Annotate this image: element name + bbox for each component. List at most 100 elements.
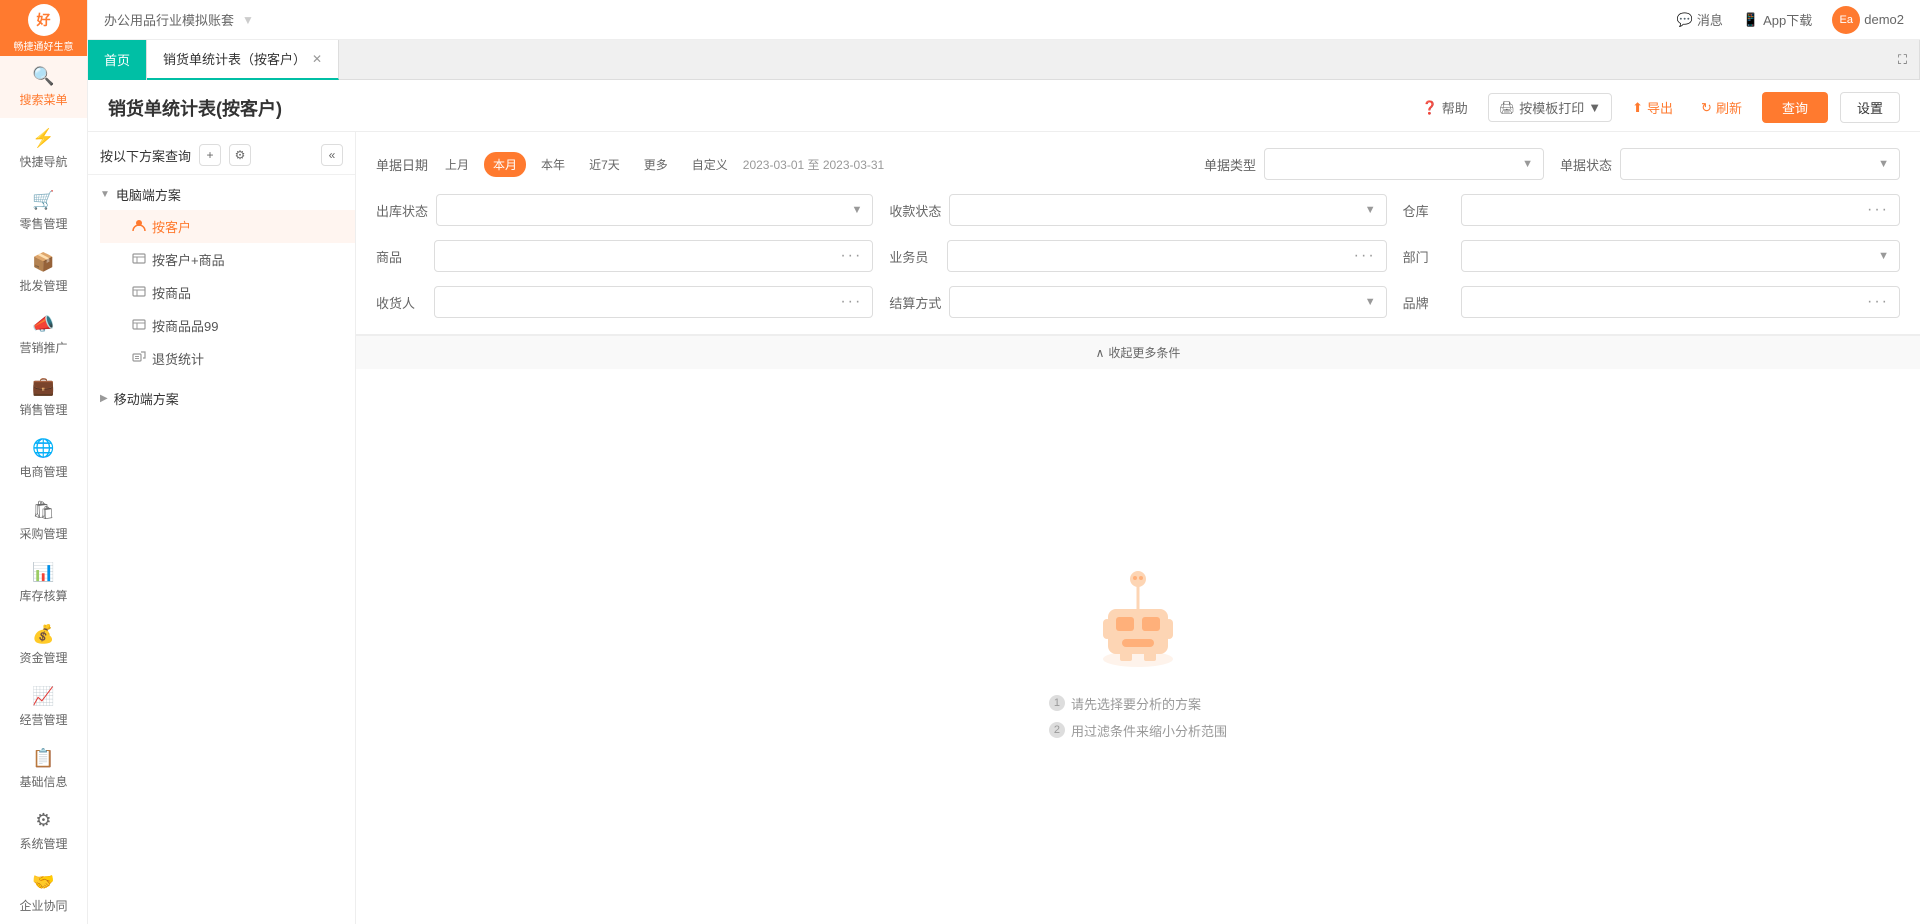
status-input[interactable]: ▼ [1620, 148, 1900, 180]
desktop-scheme-list: 按客户 按客户+商品 按商品 [88, 210, 355, 375]
help-icon: ❓ [1422, 100, 1438, 116]
scheme-item-label: 按商品 [152, 283, 191, 302]
collapse-panel-button[interactable]: « [321, 144, 343, 166]
warehouse-dots-icon: ··· [1867, 201, 1889, 219]
tab-close-button[interactable]: ✕ [312, 52, 322, 66]
type-arrow-icon: ▼ [1522, 158, 1533, 170]
scheme-group-desktop: ▼ 电脑端方案 按客户 [88, 175, 355, 379]
sidebar-item-basic[interactable]: 📋 基础信息 [0, 738, 88, 800]
print-icon: 🖨 [1499, 100, 1516, 116]
breadcrumb-arrow: ▼ [242, 13, 254, 27]
date-btn-7days[interactable]: 近7天 [580, 152, 629, 177]
retail-icon: 🛒 [32, 190, 54, 211]
collapse-filter-bar[interactable]: ∧ 收起更多条件 [356, 335, 1920, 369]
scheme-item-by-product-99[interactable]: 按商品品99 [100, 309, 355, 342]
filter-item-consignee: 收货人 ··· [376, 286, 873, 318]
collect-status-input[interactable]: ▼ [949, 194, 1386, 226]
breadcrumb: 办公用品行业模拟账套 ▼ [104, 10, 254, 29]
basic-icon: 📋 [32, 748, 54, 769]
help-button[interactable]: ❓ 帮助 [1414, 94, 1476, 121]
message-button[interactable]: 💬 消息 [1677, 10, 1723, 29]
scheme-item-return-stat[interactable]: 退货统计 [100, 342, 355, 375]
query-button[interactable]: 查询 [1762, 92, 1828, 123]
scheme-item-by-product[interactable]: 按商品 [100, 276, 355, 309]
product-dots-icon: ··· [840, 247, 862, 265]
payment-arrow-icon: ▼ [1365, 296, 1376, 308]
scheme-item-by-customer[interactable]: 按客户 [100, 210, 355, 243]
right-panel: 单据日期 上月 本月 本年 近7天 更多 自定义 2023-03-01 至 20… [356, 132, 1920, 924]
payment-label: 结算方式 [889, 293, 941, 312]
tip-num-1: 1 [1049, 695, 1065, 711]
mobile-group-arrow-icon: ▶ [100, 393, 108, 404]
date-btn-custom[interactable]: 自定义 [683, 152, 737, 177]
sidebar-item-finance[interactable]: 💰 资金管理 [0, 614, 88, 676]
export-button[interactable]: ⬆ 导出 [1624, 94, 1681, 121]
sidebar-item-sales[interactable]: 💼 销售管理 [0, 366, 88, 428]
brand-label: 品牌 [1403, 293, 1453, 312]
date-btn-this-month[interactable]: 本月 [484, 152, 526, 177]
add-scheme-button[interactable]: + [199, 144, 221, 166]
sidebar-item-ecommerce[interactable]: 🌐 电商管理 [0, 428, 88, 490]
enterprise-icon: 🤝 [32, 872, 54, 893]
tab-bar: 首页 销货单统计表（按客户） ✕ ⛶ [88, 40, 1920, 80]
page-content: 销货单统计表(按客户) ❓ 帮助 🖨 按模板打印 ▼ ⬆ 导出 ↻ 刷新 [88, 80, 1920, 924]
out-status-input[interactable]: ▼ [436, 194, 873, 226]
payment-input[interactable]: ▼ [949, 286, 1386, 318]
sales-stat-tab-label: 销货单统计表（按客户） [163, 49, 306, 68]
panel-header: 按以下方案查询 + ⚙ « [88, 132, 355, 175]
logo-text: 畅捷通好生意 [14, 38, 74, 53]
sidebar-item-purchase[interactable]: 🛍 采购管理 [0, 490, 88, 552]
salesperson-label: 业务员 [889, 247, 939, 266]
date-btn-more[interactable]: 更多 [635, 152, 677, 177]
consignee-input[interactable]: ··· [434, 286, 873, 318]
sidebar-item-inventory[interactable]: 📊 库存核算 [0, 552, 88, 614]
filter-item-dept: 部门 ▼ [1403, 240, 1900, 272]
product-input[interactable]: ··· [434, 240, 873, 272]
filter-item-salesperson: 业务员 ··· [889, 240, 1386, 272]
print-template-button[interactable]: 🖨 按模板打印 ▼ [1488, 93, 1612, 122]
sidebar-item-enterprise[interactable]: 🤝 企业协同 [0, 862, 88, 924]
date-label: 单据日期 [376, 155, 428, 174]
tab-sales-stat[interactable]: 销货单统计表（按客户） ✕ [147, 40, 339, 80]
salesperson-dots-icon: ··· [1354, 247, 1376, 265]
marketing-icon: 📣 [32, 314, 54, 335]
return-stat-icon [132, 350, 146, 367]
refresh-button[interactable]: ↻ 刷新 [1693, 94, 1750, 121]
sidebar-item-search[interactable]: 🔍 搜索菜单 [0, 56, 88, 118]
sidebar-item-marketing[interactable]: 📣 营销推广 [0, 304, 88, 366]
edit-scheme-button[interactable]: ⚙ [229, 144, 251, 166]
sidebar-item-system[interactable]: ⚙ 系统管理 [0, 800, 88, 862]
brand-input[interactable]: ··· [1461, 286, 1900, 318]
settings-button[interactable]: 设置 [1840, 92, 1900, 123]
tab-home[interactable]: 首页 [88, 40, 147, 80]
consignee-label: 收货人 [376, 293, 426, 312]
mobile-group-header[interactable]: ▶ 移动端方案 [88, 383, 355, 414]
breadcrumb-title: 办公用品行业模拟账套 [104, 10, 234, 29]
scheme-item-by-customer-product[interactable]: 按客户+商品 [100, 243, 355, 276]
group-arrow-icon: ▼ [100, 189, 110, 200]
app-download-button[interactable]: 📱 App下载 [1743, 10, 1812, 29]
warehouse-input[interactable]: ··· [1461, 194, 1900, 226]
message-icon: 💬 [1677, 12, 1693, 28]
print-arrow-icon: ▼ [1588, 100, 1601, 115]
sidebar-item-quick-nav[interactable]: ⚡ 快捷导航 [0, 118, 88, 180]
filter-row-1: 单据日期 上月 本月 本年 近7天 更多 自定义 2023-03-01 至 20… [376, 148, 1900, 180]
page-actions: ❓ 帮助 🖨 按模板打印 ▼ ⬆ 导出 ↻ 刷新 查询 设置 [1414, 92, 1900, 123]
filter-item-brand: 品牌 ··· [1403, 286, 1900, 318]
sidebar-item-operations[interactable]: 📈 经营管理 [0, 676, 88, 738]
purchase-icon: 🛍 [32, 500, 55, 521]
dept-input[interactable]: ▼ [1461, 240, 1900, 272]
date-btn-last-month[interactable]: 上月 [436, 152, 478, 177]
salesperson-input[interactable]: ··· [947, 240, 1386, 272]
sidebar-item-retail[interactable]: 🛒 零售管理 [0, 180, 88, 242]
tab-expand-button[interactable]: ⛶ [1886, 40, 1920, 80]
desktop-group-header[interactable]: ▼ 电脑端方案 [88, 179, 355, 210]
sidebar-item-wholesale[interactable]: 📦 批发管理 [0, 242, 88, 304]
date-btn-this-year[interactable]: 本年 [532, 152, 574, 177]
user-profile[interactable]: Ea demo2 [1832, 6, 1904, 34]
home-tab-label: 首页 [104, 50, 130, 69]
tip-num-2: 2 [1049, 722, 1065, 738]
user-avatar: Ea [1832, 6, 1860, 34]
type-input[interactable]: ▼ [1264, 148, 1544, 180]
collapse-up-icon: ∧ [1096, 346, 1105, 360]
